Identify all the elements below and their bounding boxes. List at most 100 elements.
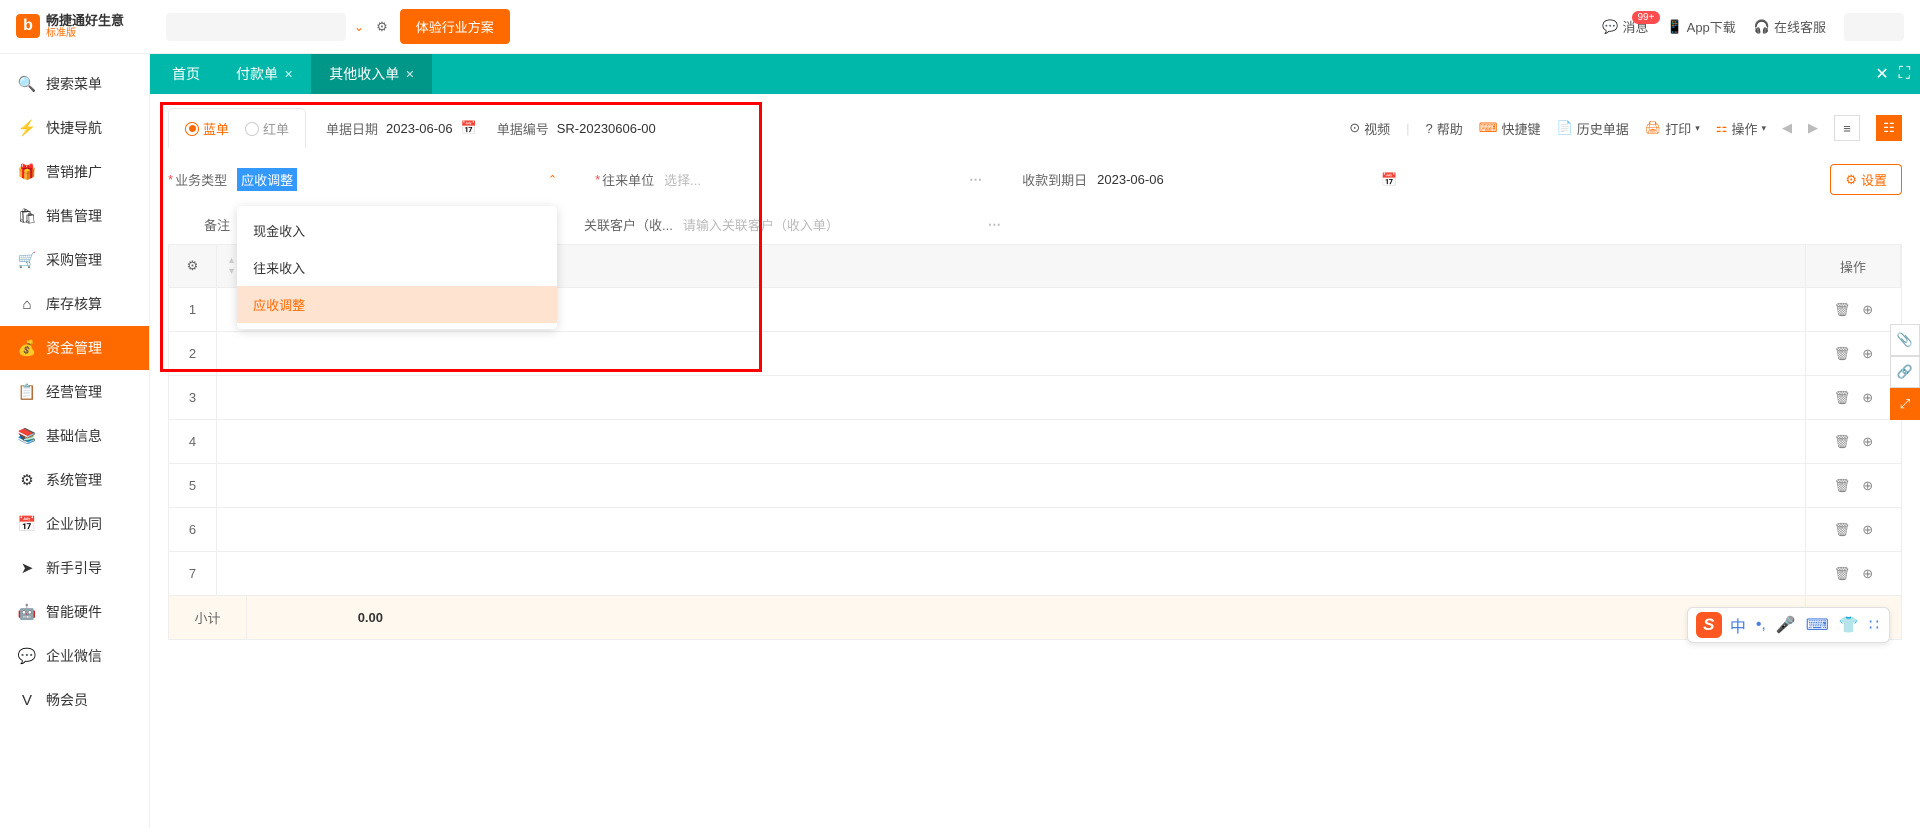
sidebar-icon: ⚙ [18, 471, 36, 489]
tab-home[interactable]: 首页 [154, 54, 218, 94]
sidebar-item[interactable]: ➤新手引导 [0, 546, 149, 590]
sidebar-item[interactable]: ⚡快捷导航 [0, 106, 149, 150]
copy-row-icon[interactable]: ⊕ [1862, 434, 1873, 450]
view-detail-icon[interactable]: ☷ [1876, 115, 1902, 141]
delete-row-icon[interactable]: 🗑 [1834, 522, 1851, 538]
sidebar-item[interactable]: 🛒采购管理 [0, 238, 149, 282]
more-icon[interactable]: ⋯ [988, 217, 1003, 233]
ime-menu-icon[interactable]: ∷ [1867, 615, 1881, 635]
app-download-link[interactable]: 📱 App下载 [1666, 17, 1735, 36]
due-date-input[interactable]: 2023-06-06 📅 [1097, 172, 1397, 188]
history-button[interactable]: 📄历史单据 [1557, 119, 1629, 138]
sidebar-item-label: 经营管理 [46, 382, 102, 402]
close-all-tabs-icon[interactable]: ✕ [1875, 64, 1888, 84]
view-list-icon[interactable]: ≡ [1834, 115, 1860, 141]
sidebar-item[interactable]: 🎁营销推广 [0, 150, 149, 194]
delete-row-icon[interactable]: 🗑 [1834, 566, 1851, 582]
ime-punct-icon[interactable]: •, [1754, 616, 1768, 634]
table-subtotal: 小计 0.00 [168, 596, 1902, 640]
sidebar-item[interactable]: 📅 企业协同 [0, 502, 149, 546]
sidebar-item[interactable]: 🔍搜索菜单 [0, 62, 149, 106]
tab-other-income[interactable]: 其他收入单 ✕ [311, 54, 432, 94]
config-button[interactable]: ⚙ 设置 [1830, 164, 1902, 195]
experience-cta-button[interactable]: 体验行业方案 [400, 9, 510, 44]
row-index: 4 [169, 420, 217, 463]
table-row[interactable]: 5🗑⊕ [169, 464, 1901, 508]
close-icon[interactable]: ✕ [405, 68, 414, 81]
biz-type-select[interactable]: 应收调整 ⌃ 现金收入往来收入应收调整 [237, 168, 557, 191]
calendar-icon[interactable]: 📅 [461, 120, 477, 136]
delete-row-icon[interactable]: 🗑 [1834, 434, 1851, 450]
close-icon[interactable]: ✕ [284, 68, 293, 81]
shortcut-button[interactable]: ⌨快捷键 [1479, 119, 1541, 138]
table-row[interactable]: 7🗑⊕ [169, 552, 1901, 596]
video-help-button[interactable]: ⊙视频 [1349, 119, 1390, 138]
user-avatar[interactable] [1844, 13, 1904, 41]
sidebar-item[interactable]: ⌂库存核算 [0, 282, 149, 326]
online-service-link[interactable]: 🎧 在线客服 [1754, 17, 1826, 36]
table-row[interactable]: 3 🗑 ⊕ [169, 376, 1901, 420]
sidebar-icon: 📅 [18, 515, 36, 533]
sidebar-item-label: 搜索菜单 [46, 74, 102, 94]
subtotal-value: 0.00 [247, 610, 397, 625]
expand-icon[interactable]: ⛶ [1899, 65, 1910, 83]
sidebar-item[interactable]: 📋经营管理 [0, 370, 149, 414]
dropdown-option[interactable]: 应收调整 [237, 286, 557, 323]
side-tab-2[interactable]: 🔗 [1890, 356, 1920, 388]
delete-row-icon[interactable]: 🗑 [1834, 346, 1851, 362]
sidebar-item-label: 快捷导航 [46, 118, 102, 138]
calendar-icon[interactable]: 📅 [1381, 172, 1397, 188]
copy-row-icon[interactable]: ⊕ [1862, 478, 1873, 494]
more-icon[interactable]: ⋯ [969, 172, 984, 188]
sidebar-item[interactable]: 📚基础信息 [0, 414, 149, 458]
next-doc-icon[interactable]: ▶ [1808, 120, 1818, 136]
messages-link[interactable]: 💬 消息 99+ [1602, 17, 1648, 36]
dropdown-option[interactable]: 现金收入 [237, 212, 557, 249]
phone-icon: 📱 [1666, 19, 1682, 35]
tab-payment[interactable]: 付款单 ✕ [218, 54, 311, 94]
table-config-icon[interactable]: ⚙ [169, 245, 217, 287]
sidebar-item[interactable]: V畅会员 [0, 678, 149, 722]
sidebar-item[interactable]: ⚙系统管理 [0, 458, 149, 502]
side-tab-1[interactable]: 📎 [1890, 324, 1920, 356]
table-row[interactable]: 2🗑⊕ [169, 332, 1901, 376]
receipt-date: 单据日期 2023-06-06 📅 [326, 119, 477, 138]
radio-blue[interactable]: 蓝单 [185, 119, 229, 138]
ime-mic-icon[interactable]: 🎤 [1774, 615, 1798, 635]
copy-row-icon[interactable]: ⊕ [1862, 522, 1873, 538]
tab-bar: 首页 付款单 ✕ 其他收入单 ✕ ✕ ⛶ [150, 54, 1920, 94]
radio-red[interactable]: 红单 [245, 119, 289, 138]
side-tab-3[interactable]: ⤢ [1890, 388, 1920, 420]
copy-row-icon[interactable]: ⊕ [1862, 346, 1873, 362]
sidebar-item[interactable]: 🤖智能硬件 [0, 590, 149, 634]
sidebar-item[interactable]: 🛍销售管理 [0, 194, 149, 238]
sogou-logo-icon: S [1696, 612, 1722, 638]
sidebar-item-label: 畅会员 [46, 690, 88, 710]
sidebar-item[interactable]: 💬企业微信 [0, 634, 149, 678]
org-selector[interactable]: ⌄ [166, 13, 364, 41]
copy-row-icon[interactable]: ⊕ [1862, 302, 1873, 318]
sidebar-icon: 💬 [18, 647, 36, 665]
print-button[interactable]: 🖨打印▾ [1645, 119, 1700, 138]
settings-gear-icon[interactable]: ⚙ [376, 19, 388, 35]
delete-row-icon[interactable]: 🗑 [1834, 390, 1851, 406]
table-row[interactable]: 6🗑⊕ [169, 508, 1901, 552]
ime-floating-bar[interactable]: S 中 •, 🎤 ⌨ 👕 ∷ [1687, 607, 1890, 643]
row-index: 3 [169, 376, 217, 419]
sidebar-item-label: 企业协同 [46, 514, 102, 534]
partner-select[interactable]: 选择... ⋯ [664, 170, 984, 189]
table-row[interactable]: 4 🗑 ⊕ [169, 420, 1901, 464]
ime-lang[interactable]: 中 [1728, 613, 1748, 637]
copy-row-icon[interactable]: ⊕ [1862, 390, 1873, 406]
ime-keyboard-icon[interactable]: ⌨ [1804, 615, 1831, 635]
help-button[interactable]: ?帮助 [1426, 119, 1463, 138]
delete-row-icon[interactable]: 🗑 [1834, 478, 1851, 494]
delete-row-icon[interactable]: 🗑 [1834, 302, 1851, 318]
ime-skin-icon[interactable]: 👕 [1837, 615, 1861, 635]
sidebar-item[interactable]: 💰资金管理 [0, 326, 149, 370]
prev-doc-icon[interactable]: ◀ [1782, 120, 1792, 136]
dropdown-option[interactable]: 往来收入 [237, 249, 557, 286]
copy-row-icon[interactable]: ⊕ [1862, 566, 1873, 582]
rel-customer-input[interactable]: 请输入关联客户（收入单） ⋯ [683, 215, 1003, 234]
action-button[interactable]: ⚏操作▾ [1716, 119, 1766, 138]
